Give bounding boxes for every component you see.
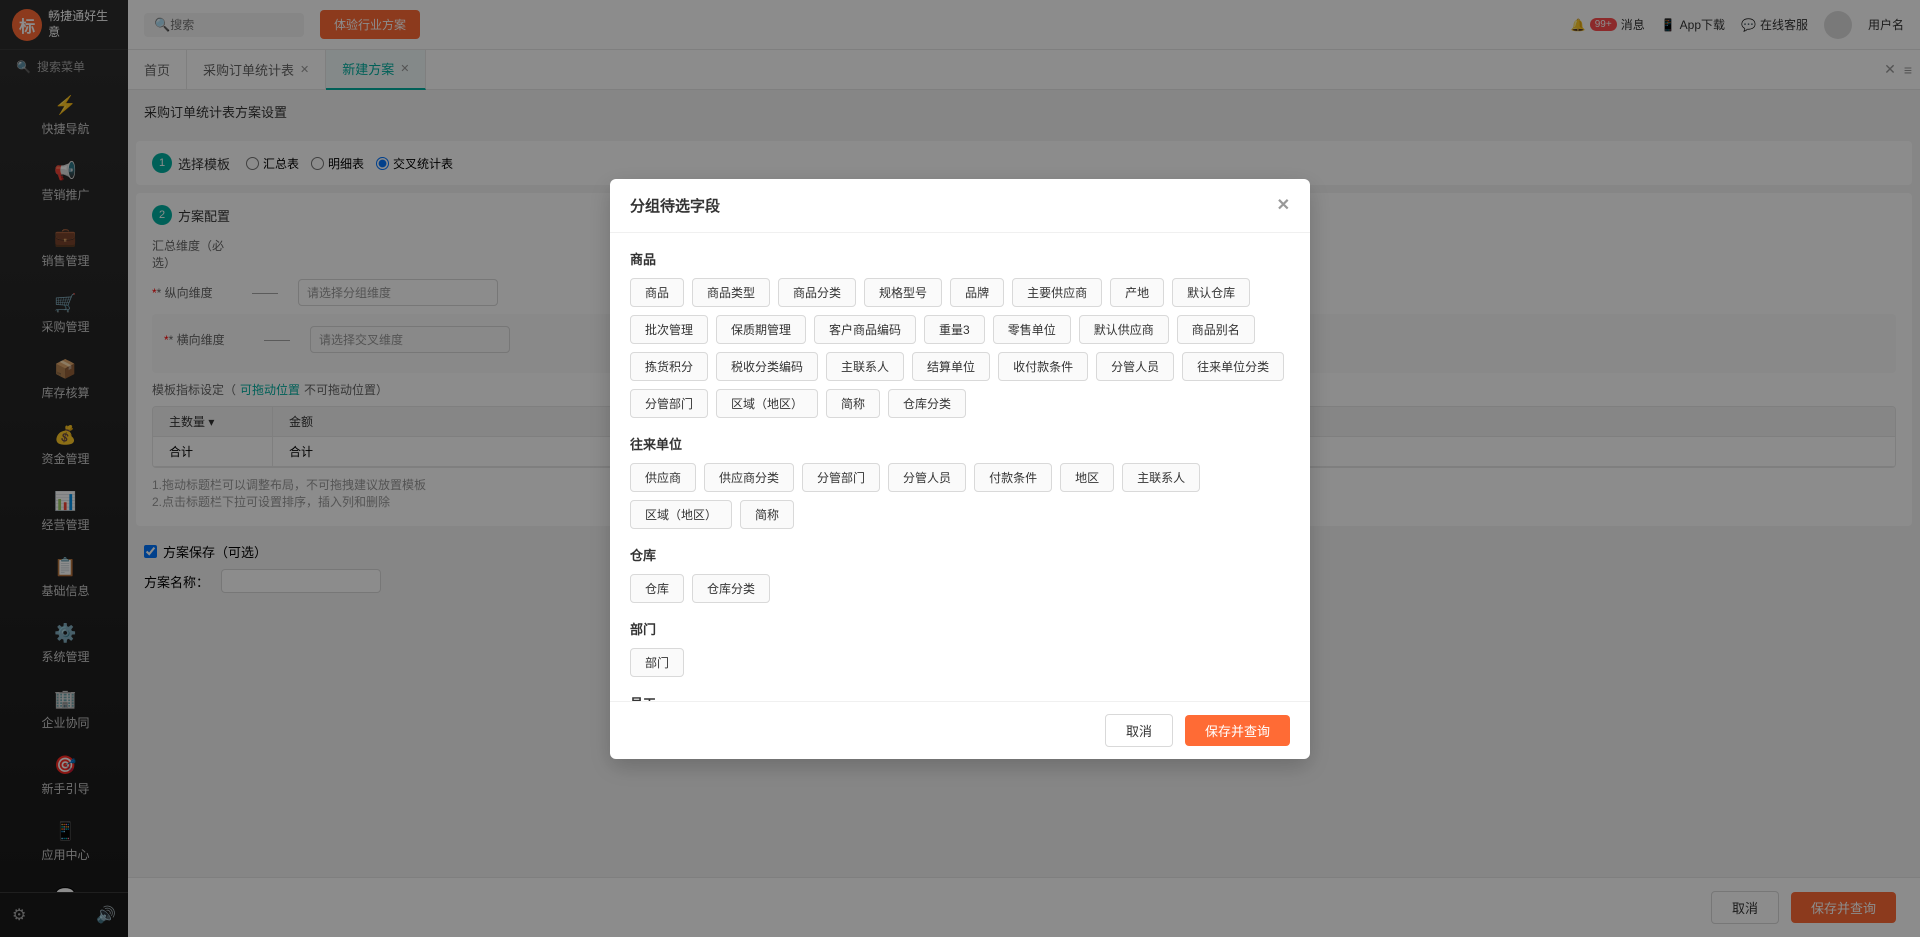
field-tag-部门[interactable]: 部门 <box>630 648 684 677</box>
field-section-title-employee: 员工 <box>630 693 1290 701</box>
field-section-warehouse: 仓库仓库仓库分类 <box>630 545 1290 603</box>
field-tag-简称[interactable]: 简称 <box>740 500 794 529</box>
field-tag-商品别名[interactable]: 商品别名 <box>1177 315 1255 344</box>
field-tag-仓库分类[interactable]: 仓库分类 <box>692 574 770 603</box>
field-section-title-partner: 往来单位 <box>630 434 1290 453</box>
modal-overlay: 分组待选字段 ✕ 商品商品商品类型商品分类规格型号品牌主要供应商产地默认仓库批次… <box>0 0 1920 937</box>
field-tag-默认仓库[interactable]: 默认仓库 <box>1172 278 1250 307</box>
field-tags-department: 部门 <box>630 648 1290 677</box>
field-tag-付款条件[interactable]: 付款条件 <box>974 463 1052 492</box>
field-tag-仓库分类[interactable]: 仓库分类 <box>888 389 966 418</box>
field-tag-保质期管理[interactable]: 保质期管理 <box>716 315 806 344</box>
field-tag-客户商品编码[interactable]: 客户商品编码 <box>814 315 916 344</box>
field-tag-分管部门[interactable]: 分管部门 <box>630 389 708 418</box>
field-tag-税收分类编码[interactable]: 税收分类编码 <box>716 352 818 381</box>
field-tag-品牌[interactable]: 品牌 <box>950 278 1004 307</box>
field-section-title-warehouse: 仓库 <box>630 545 1290 564</box>
field-section-employee: 员工业务员 <box>630 693 1290 701</box>
field-section-department: 部门部门 <box>630 619 1290 677</box>
cancel-button[interactable]: 取消 <box>1105 714 1173 747</box>
dialog-title: 分组待选字段 <box>630 195 720 216</box>
field-tag-供应商分类[interactable]: 供应商分类 <box>704 463 794 492</box>
field-tag-重量3[interactable]: 重量3 <box>924 315 985 344</box>
field-section-title-product: 商品 <box>630 249 1290 268</box>
field-tag-地区[interactable]: 地区 <box>1060 463 1114 492</box>
dialog-close-btn[interactable]: ✕ <box>1277 195 1290 215</box>
field-tag-商品分类[interactable]: 商品分类 <box>778 278 856 307</box>
field-tag-区域（地区）[interactable]: 区域（地区） <box>716 389 818 418</box>
field-tag-主联系人[interactable]: 主联系人 <box>826 352 904 381</box>
dialog-body: 商品商品商品类型商品分类规格型号品牌主要供应商产地默认仓库批次管理保质期管理客户… <box>610 233 1310 701</box>
field-tags-warehouse: 仓库仓库分类 <box>630 574 1290 603</box>
field-tag-仓库[interactable]: 仓库 <box>630 574 684 603</box>
field-tag-主要供应商[interactable]: 主要供应商 <box>1012 278 1102 307</box>
field-tag-批次管理[interactable]: 批次管理 <box>630 315 708 344</box>
field-tag-分管人员[interactable]: 分管人员 <box>1096 352 1174 381</box>
field-tag-零售单位[interactable]: 零售单位 <box>993 315 1071 344</box>
field-tag-分管部门[interactable]: 分管部门 <box>802 463 880 492</box>
field-tag-规格型号[interactable]: 规格型号 <box>864 278 942 307</box>
dialog-footer: 取消 保存并查询 <box>610 701 1310 759</box>
field-tag-主联系人[interactable]: 主联系人 <box>1122 463 1200 492</box>
field-tag-商品[interactable]: 商品 <box>630 278 684 307</box>
field-tag-供应商[interactable]: 供应商 <box>630 463 696 492</box>
field-tags-partner: 供应商供应商分类分管部门分管人员付款条件地区主联系人区域（地区） 简称 <box>630 463 1290 529</box>
save-query-button[interactable]: 保存并查询 <box>1185 715 1290 746</box>
field-tag-简称[interactable]: 简称 <box>826 389 880 418</box>
field-tag-默认供应商[interactable]: 默认供应商 <box>1079 315 1169 344</box>
field-tag-区域（地区）[interactable]: 区域（地区） <box>630 500 732 529</box>
field-tags-product: 商品商品类型商品分类规格型号品牌主要供应商产地默认仓库批次管理保质期管理客户商品… <box>630 278 1290 418</box>
field-tag-结算单位[interactable]: 结算单位 <box>912 352 990 381</box>
field-tag-往来单位分类[interactable]: 往来单位分类 <box>1182 352 1284 381</box>
field-tag-分管人员[interactable]: 分管人员 <box>888 463 966 492</box>
field-tag-产地[interactable]: 产地 <box>1110 278 1164 307</box>
dialog-field-select: 分组待选字段 ✕ 商品商品商品类型商品分类规格型号品牌主要供应商产地默认仓库批次… <box>610 179 1310 759</box>
field-section-product: 商品商品商品类型商品分类规格型号品牌主要供应商产地默认仓库批次管理保质期管理客户… <box>630 249 1290 418</box>
field-tag-商品类型[interactable]: 商品类型 <box>692 278 770 307</box>
field-section-partner: 往来单位供应商供应商分类分管部门分管人员付款条件地区主联系人区域（地区） 简称 <box>630 434 1290 529</box>
dialog-header: 分组待选字段 ✕ <box>610 179 1310 233</box>
field-section-title-department: 部门 <box>630 619 1290 638</box>
field-tag-收付款条件[interactable]: 收付款条件 <box>998 352 1088 381</box>
field-tag-拣货积分[interactable]: 拣货积分 <box>630 352 708 381</box>
